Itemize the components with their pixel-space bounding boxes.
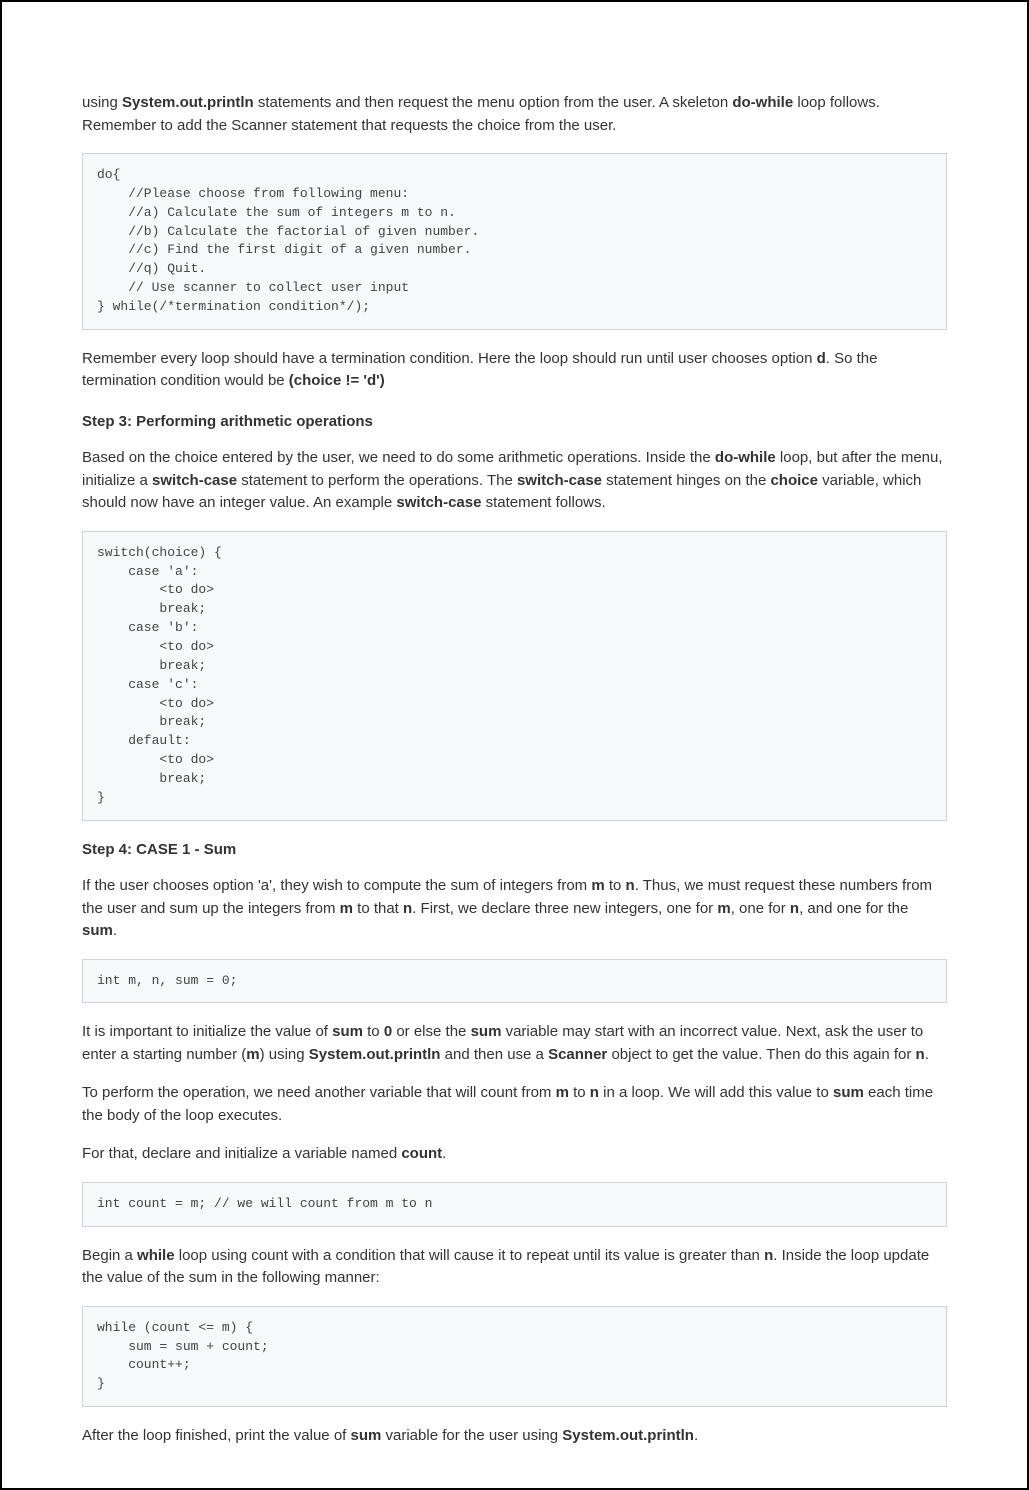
text: using	[82, 94, 122, 111]
text: .	[694, 1427, 698, 1444]
step4-paragraph6: After the loop finished, print the value…	[82, 1425, 947, 1448]
text: Based on the choice entered by the user,…	[82, 449, 715, 466]
text-bold: d	[817, 350, 826, 367]
text: .	[442, 1145, 446, 1162]
text-bold: sum	[471, 1023, 502, 1040]
text-bold: System.out.println	[562, 1427, 694, 1444]
text-bold: Scanner	[548, 1046, 607, 1063]
text-bold: sum	[332, 1023, 363, 1040]
text: statement hinges on the	[602, 472, 770, 489]
text: statement to perform the operations. The	[237, 472, 517, 489]
text-bold: do-while	[732, 94, 793, 111]
text-bold: 0	[384, 1023, 392, 1040]
text-bold: n	[764, 1247, 773, 1264]
heading-step4: Step 4: CASE 1 - Sum	[82, 839, 947, 862]
text: statement follows.	[481, 494, 605, 511]
text: or else the	[392, 1023, 470, 1040]
heading-step3: Step 3: Performing arithmetic operations	[82, 411, 947, 434]
text: If the user chooses option 'a', they wis…	[82, 877, 591, 894]
text: to	[605, 877, 626, 894]
text: variable for the user using	[381, 1427, 562, 1444]
text-bold: m	[717, 900, 730, 917]
text-bold: m	[556, 1084, 569, 1101]
text-bold: switch-case	[396, 494, 481, 511]
text: object to get the value. Then do this ag…	[607, 1046, 915, 1063]
text-bold: sum	[351, 1427, 382, 1444]
text: ) using	[260, 1046, 309, 1063]
text: .	[113, 922, 117, 939]
text-bold: m	[591, 877, 604, 894]
text: For that, declare and initialize a varia…	[82, 1145, 401, 1162]
text-bold: n	[590, 1084, 599, 1101]
text-bold: (choice != 'd')	[289, 372, 385, 389]
text-bold: do-while	[715, 449, 776, 466]
text: Remember every loop should have a termin…	[82, 350, 817, 367]
text: .	[925, 1046, 929, 1063]
text: in a loop. We will add this value to	[599, 1084, 833, 1101]
text: loop using count with a condition that w…	[175, 1247, 765, 1264]
text: . First, we declare three new integers, …	[412, 900, 717, 917]
text-bold: switch-case	[152, 472, 237, 489]
intro-paragraph: using System.out.println statements and …	[82, 92, 947, 137]
text-bold: m	[246, 1046, 259, 1063]
code-block-count: int count = m; // we will count from m t…	[82, 1182, 947, 1227]
text: , one for	[731, 900, 790, 917]
step4-paragraph2: It is important to initialize the value …	[82, 1021, 947, 1066]
text-bold: n	[790, 900, 799, 917]
text: statements and then request the menu opt…	[254, 94, 733, 111]
code-block-while: while (count <= m) { sum = sum + count; …	[82, 1306, 947, 1407]
text: and then use a	[440, 1046, 548, 1063]
text-bold: switch-case	[517, 472, 602, 489]
text: To perform the operation, we need anothe…	[82, 1084, 556, 1101]
text-bold: choice	[770, 472, 818, 489]
step4-paragraph4: For that, declare and initialize a varia…	[82, 1143, 947, 1166]
text-bold: while	[137, 1247, 175, 1264]
step3-paragraph: Based on the choice entered by the user,…	[82, 447, 947, 515]
code-block-intdecl: int m, n, sum = 0;	[82, 959, 947, 1004]
text: to	[363, 1023, 384, 1040]
text-bold: sum	[833, 1084, 864, 1101]
step4-paragraph1: If the user chooses option 'a', they wis…	[82, 875, 947, 943]
text: It is important to initialize the value …	[82, 1023, 332, 1040]
text-bold: n	[403, 900, 412, 917]
text-bold: m	[340, 900, 353, 917]
code-block-switch: switch(choice) { case 'a': <to do> break…	[82, 531, 947, 821]
text-bold: System.out.println	[309, 1046, 441, 1063]
termination-paragraph: Remember every loop should have a termin…	[82, 348, 947, 393]
text: After the loop finished, print the value…	[82, 1427, 351, 1444]
text-bold: count	[401, 1145, 442, 1162]
text-bold: n	[916, 1046, 925, 1063]
step4-paragraph5: Begin a while loop using count with a co…	[82, 1245, 947, 1290]
text-bold: System.out.println	[122, 94, 254, 111]
code-block-dowhile: do{ //Please choose from following menu:…	[82, 153, 947, 330]
text: to that	[353, 900, 403, 917]
text: , and one for the	[799, 900, 908, 917]
text-bold: n	[626, 877, 635, 894]
text-bold: sum	[82, 922, 113, 939]
text: to	[569, 1084, 590, 1101]
text: Begin a	[82, 1247, 137, 1264]
step4-paragraph3: To perform the operation, we need anothe…	[82, 1082, 947, 1127]
